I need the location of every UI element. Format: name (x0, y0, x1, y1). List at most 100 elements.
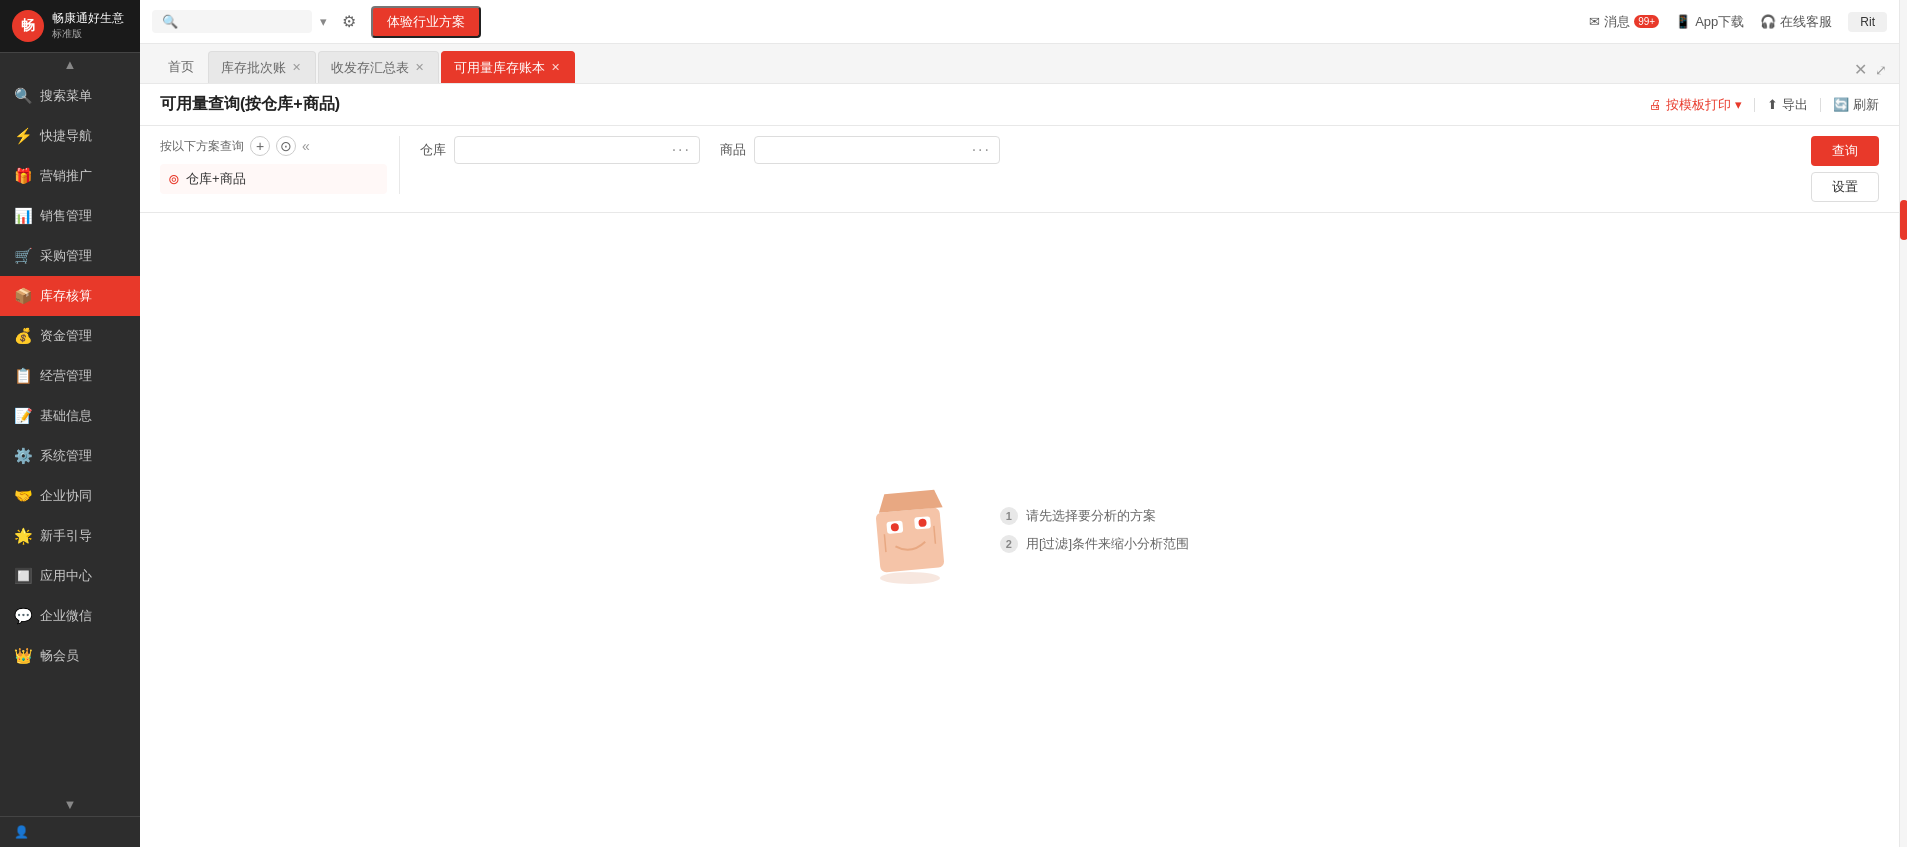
step-2-text: 用[过滤]条件来缩小分析范围 (1026, 535, 1189, 553)
sidebar-item-basic[interactable]: 📝 基础信息 (0, 396, 140, 436)
app-version: 标准版 (52, 27, 124, 41)
chevron-down-icon: ▾ (1735, 97, 1742, 112)
sidebar-item-label: 库存核算 (40, 287, 92, 305)
goods-input[interactable] (763, 143, 968, 158)
app-logo: 畅 (12, 10, 44, 42)
dropdown-chevron-icon[interactable]: ▾ (320, 14, 327, 29)
sidebar-item-system[interactable]: ⚙️ 系统管理 (0, 436, 140, 476)
refresh-button[interactable]: 🔄 刷新 (1833, 96, 1879, 114)
sidebar-item-search[interactable]: 🔍 搜索菜单 (0, 76, 140, 116)
template-print-button[interactable]: 🖨 按模板打印 ▾ (1649, 96, 1742, 114)
main-content: 🔍 ▾ ⚙ 体验行业方案 ✉ 消息 99+ 📱 App下载 🎧 在线客服 Rit (140, 0, 1899, 847)
online-service-label: 在线客服 (1780, 13, 1832, 31)
filter-scheme-label: 按以下方案查询 (160, 138, 244, 155)
phone-icon: 📱 (1675, 14, 1691, 29)
sidebar-item-member[interactable]: 👑 畅会员 (0, 636, 140, 676)
trial-industry-button[interactable]: 体验行业方案 (371, 6, 481, 38)
sidebar-item-label: 系统管理 (40, 447, 92, 465)
sidebar-item-wechat[interactable]: 💬 企业微信 (0, 596, 140, 636)
empty-steps: 1 请先选择要分析的方案 2 用[过滤]条件来缩小分析范围 (1000, 507, 1189, 553)
scheme-item-warehouse-goods[interactable]: ⊚ 仓库+商品 (160, 164, 387, 194)
manage-scheme-button[interactable]: ⊙ (276, 136, 296, 156)
gear-icon: ⚙️ (14, 447, 32, 465)
empty-step-2: 2 用[过滤]条件来缩小分析范围 (1000, 535, 1189, 553)
sidebar-item-newbie[interactable]: 🌟 新手引导 (0, 516, 140, 556)
settings-button[interactable]: 设置 (1811, 172, 1879, 202)
sidebar-item-apps[interactable]: 🔲 应用中心 (0, 556, 140, 596)
goods-more-icon[interactable]: ··· (972, 141, 991, 159)
page-header: 可用量查询(按仓库+商品) 🖨 按模板打印 ▾ ⬆ 导出 🔄 刷新 (140, 84, 1899, 126)
sidebar-item-finance[interactable]: 💰 资金管理 (0, 316, 140, 356)
svg-point-0 (880, 572, 940, 584)
tab-close-receive[interactable]: ✕ (413, 61, 426, 74)
tab-close-batch[interactable]: ✕ (290, 61, 303, 74)
app-name-block: 畅康通好生意 标准版 (52, 11, 124, 41)
star-icon: 🌟 (14, 527, 32, 545)
sidebar-item-label: 畅会员 (40, 647, 79, 665)
empty-robot-svg (850, 470, 970, 590)
step-1-text: 请先选择要分析的方案 (1026, 507, 1156, 525)
warehouse-input[interactable] (463, 143, 668, 158)
tab-home[interactable]: 首页 (156, 51, 206, 83)
chat-icon: 💬 (14, 607, 32, 625)
money-icon: 💰 (14, 327, 32, 345)
empty-step-1: 1 请先选择要分析的方案 (1000, 507, 1189, 525)
tab-batch-account[interactable]: 库存批次账 ✕ (208, 51, 316, 83)
filter-scheme-header: 按以下方案查询 + ⊙ « (160, 136, 387, 156)
warehouse-input-wrap[interactable]: ··· (454, 136, 700, 164)
refresh-icon: 🔄 (1833, 97, 1849, 112)
sidebar-item-label: 营销推广 (40, 167, 92, 185)
topbar-search-box[interactable]: 🔍 (152, 10, 312, 33)
query-button[interactable]: 查询 (1811, 136, 1879, 166)
scrollbar-thumb[interactable] (1900, 200, 1907, 240)
gift-icon: 🎁 (14, 167, 32, 185)
warehouse-label: 仓库 (420, 141, 446, 159)
sidebar-item-sales[interactable]: 📊 销售管理 (0, 196, 140, 236)
scheme-label: 仓库+商品 (186, 170, 246, 188)
add-scheme-button[interactable]: + (250, 136, 270, 156)
grid-icon: 🔲 (14, 567, 32, 585)
headset-icon: 🎧 (1760, 14, 1776, 29)
filter-scheme-panel: 按以下方案查询 + ⊙ « ⊚ 仓库+商品 (160, 136, 400, 194)
goods-input-wrap[interactable]: ··· (754, 136, 1000, 164)
sidebar-item-label: 应用中心 (40, 567, 92, 585)
sidebar-item-label: 新手引导 (40, 527, 92, 545)
collapse-filter-button[interactable]: « (302, 138, 310, 154)
tab-receive-summary[interactable]: 收发存汇总表 ✕ (318, 51, 439, 83)
warehouse-more-icon[interactable]: ··· (672, 141, 691, 159)
empty-illustration (850, 470, 970, 590)
sidebar-item-operations[interactable]: 📋 经营管理 (0, 356, 140, 396)
user-menu[interactable]: Rit (1848, 12, 1887, 32)
window-buttons: ✕ ⤢ (1854, 60, 1899, 83)
maximize-window-icon[interactable]: ⤢ (1875, 62, 1887, 78)
message-badge[interactable]: ✉ 消息 99+ (1589, 13, 1659, 31)
handshake-icon: 🤝 (14, 487, 32, 505)
scroll-down-btn[interactable]: ▼ (0, 793, 140, 816)
scroll-up-btn[interactable]: ▲ (0, 53, 140, 76)
tab-available-stock[interactable]: 可用量库存账本 ✕ (441, 51, 575, 83)
sidebar-item-enterprise[interactable]: 🤝 企业协同 (0, 476, 140, 516)
app-download-link[interactable]: 📱 App下载 (1675, 13, 1744, 31)
clipboard-icon: 📋 (14, 367, 32, 385)
sidebar-item-purchase[interactable]: 🛒 采购管理 (0, 236, 140, 276)
refresh-label: 刷新 (1853, 96, 1879, 114)
sidebar-nav: 🔍 搜索菜单 ⚡ 快捷导航 🎁 营销推广 📊 销售管理 🛒 采购管理 📦 库存核… (0, 76, 140, 793)
sidebar-item-label: 销售管理 (40, 207, 92, 225)
settings-button[interactable]: ⚙ (335, 8, 363, 36)
right-scrollbar[interactable] (1899, 0, 1907, 847)
chart-icon: 📊 (14, 207, 32, 225)
page-area: 可用量查询(按仓库+商品) 🖨 按模板打印 ▾ ⬆ 导出 🔄 刷新 (140, 84, 1899, 847)
divider2 (1820, 98, 1821, 112)
sidebar-item-marketing[interactable]: 🎁 营销推广 (0, 156, 140, 196)
cart-icon: 🛒 (14, 247, 32, 265)
export-button[interactable]: ⬆ 导出 (1767, 96, 1808, 114)
online-service-link[interactable]: 🎧 在线客服 (1760, 13, 1832, 31)
sidebar-item-shortcut[interactable]: ⚡ 快捷导航 (0, 116, 140, 156)
tab-close-available[interactable]: ✕ (549, 61, 562, 74)
box-icon: 📦 (14, 287, 32, 305)
search-input[interactable] (182, 15, 282, 29)
close-window-icon[interactable]: ✕ (1854, 60, 1867, 79)
topbar: 🔍 ▾ ⚙ 体验行业方案 ✉ 消息 99+ 📱 App下载 🎧 在线客服 Rit (140, 0, 1899, 44)
document-icon: 📝 (14, 407, 32, 425)
sidebar-item-inventory[interactable]: 📦 库存核算 (0, 276, 140, 316)
